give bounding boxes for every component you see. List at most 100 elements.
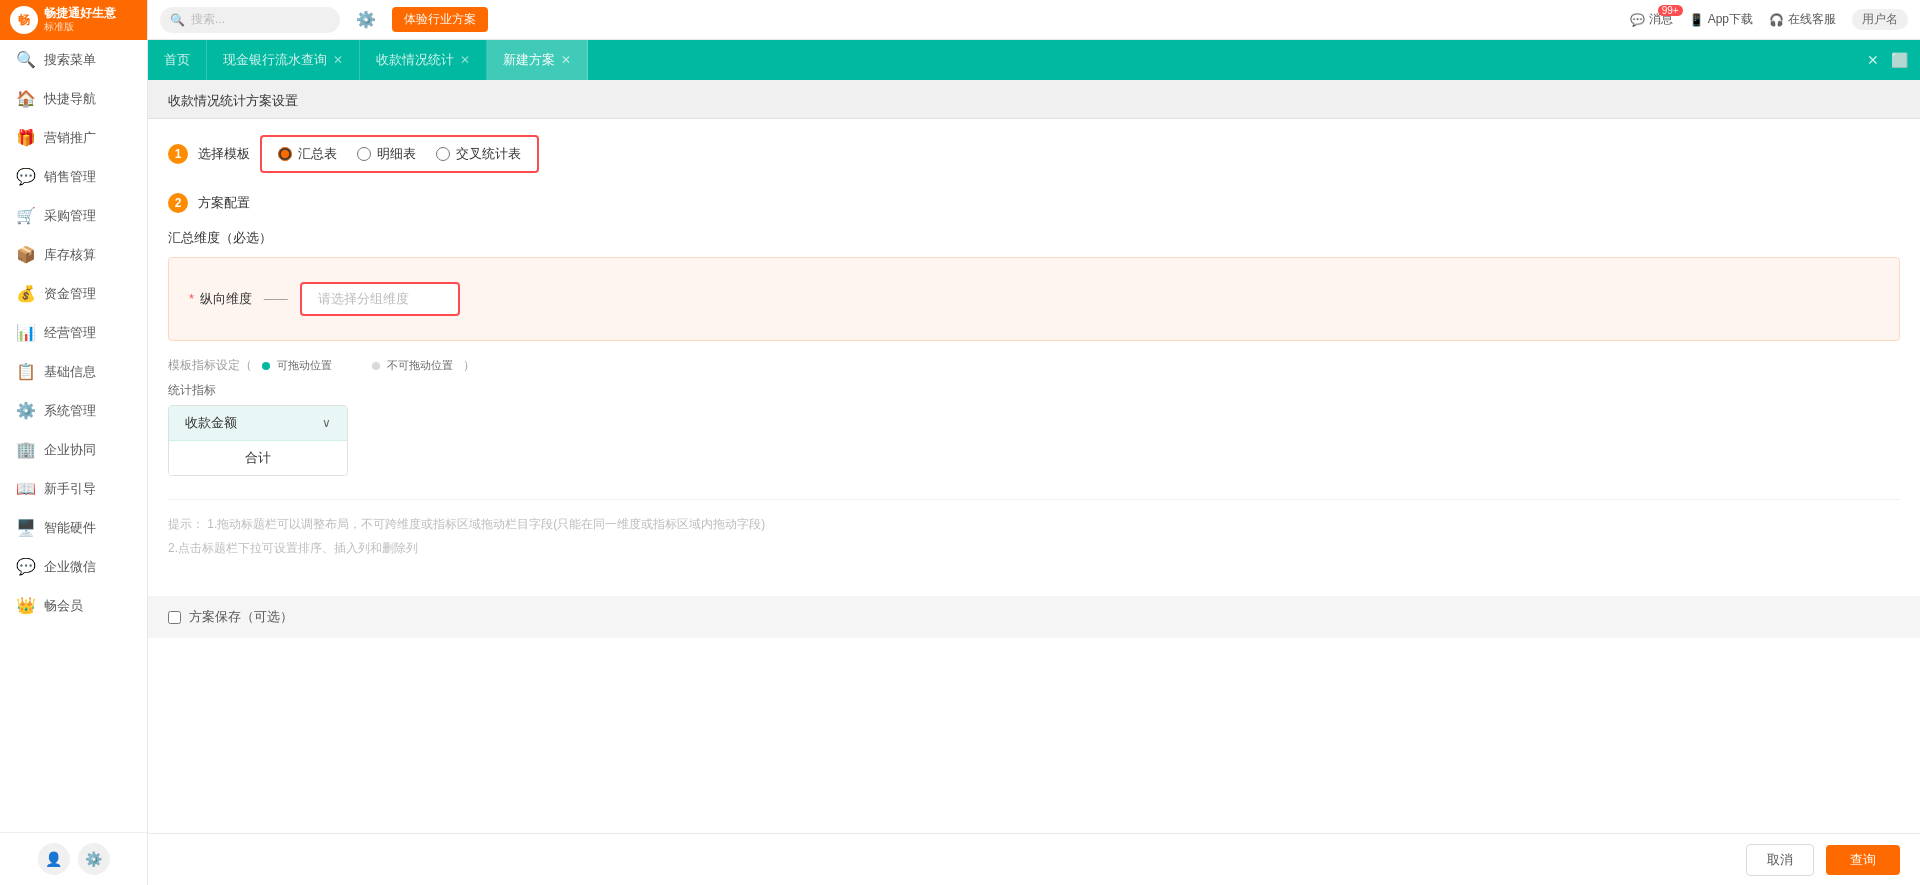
dimension-section-title: 汇总维度（必选） <box>168 229 1900 247</box>
weixin-icon: 💬 <box>16 557 36 576</box>
chart-icon: 📊 <box>16 323 36 342</box>
close-paren: ） <box>463 357 475 374</box>
logo-text: 畅捷通好生意 标准版 <box>44 6 116 34</box>
home-icon: 🏠 <box>16 89 36 108</box>
sidebar-item-system[interactable]: ⚙️ 系统管理 <box>0 391 147 430</box>
content-area: 收款情况统计方案设置 1 选择模板 汇总表 <box>148 80 1920 833</box>
sidebar-item-quick-nav[interactable]: 🏠 快捷导航 <box>0 79 147 118</box>
indicator-section-title: 统计指标 <box>168 382 1900 399</box>
tip-line2: 2.点击标题栏下拉可设置排序、插入列和删除列 <box>168 536 1900 560</box>
step1-title: 选择模板 <box>198 145 250 163</box>
app-download-btn[interactable]: 📱 App下载 <box>1689 11 1753 28</box>
tab-payment-stat[interactable]: 收款情况统计 ✕ <box>360 40 487 80</box>
sidebar-item-enterprise[interactable]: 🏢 企业协同 <box>0 430 147 469</box>
sidebar-item-guide[interactable]: 📖 新手引导 <box>0 469 147 508</box>
box-icon: 📦 <box>16 245 36 264</box>
page-title: 收款情况统计方案设置 <box>168 93 298 108</box>
topbar-right: 💬 消息 99+ 📱 App下载 🎧 在线客服 用户名 <box>1630 9 1908 30</box>
crown-icon: 👑 <box>16 596 36 615</box>
sidebar-item-search-menu[interactable]: 🔍 搜索菜单 <box>0 40 147 79</box>
dimension-arrow: —— <box>264 292 288 306</box>
cancel-button[interactable]: 取消 <box>1746 844 1814 876</box>
required-mark: * <box>189 291 194 306</box>
radio-summary[interactable]: 汇总表 <box>278 145 337 163</box>
separator <box>346 357 358 374</box>
expand-icon[interactable]: ⬜ <box>1891 52 1908 68</box>
dimension-row: * 纵向维度 —— 请选择分组维度 <box>189 282 1879 316</box>
radio-cross[interactable]: 交叉统计表 <box>436 145 521 163</box>
sidebar: 畅 畅捷通好生意 标准版 🔍 搜索菜单 🏠 快捷导航 🎁 营销推广 💬 销售管理… <box>0 0 148 885</box>
tab-close-payment-stat[interactable]: ✕ <box>460 53 470 67</box>
query-button[interactable]: 查询 <box>1826 845 1900 875</box>
step1-number: 1 <box>168 144 188 164</box>
sidebar-item-sales[interactable]: 💬 销售管理 <box>0 157 147 196</box>
window-controls: ✕ ⬜ <box>1855 40 1920 80</box>
indicator-dropdown-icon[interactable]: ∨ <box>322 416 331 430</box>
bottom-bar: 取消 查询 <box>148 833 1920 885</box>
sidebar-item-marketing[interactable]: 🎁 营销推广 <box>0 118 147 157</box>
search-bar[interactable]: 🔍 搜索... <box>160 7 340 33</box>
step2-number: 2 <box>168 193 188 213</box>
settings-icon[interactable]: ⚙️ <box>356 10 376 29</box>
page-header: 收款情况统计方案设置 <box>148 80 1920 119</box>
step2-title: 方案配置 <box>198 194 250 212</box>
close-window-icon[interactable]: ✕ <box>1867 52 1879 68</box>
indicator-settings: 模板指标设定（ 可拖动位置 不可拖动位置 ） <box>168 357 1900 479</box>
sidebar-item-hardware[interactable]: 🖥️ 智能硬件 <box>0 508 147 547</box>
message-icon: 💬 <box>1630 13 1645 27</box>
sidebar-footer-btn-2[interactable]: ⚙️ <box>78 843 110 875</box>
indicator-cell-amount[interactable]: 收款金额 ∨ <box>169 406 347 441</box>
sales-icon: 💬 <box>16 167 36 186</box>
main-area: 🔍 搜索... ⚙️ 体验行业方案 💬 消息 99+ 📱 App下载 🎧 在线客… <box>148 0 1920 885</box>
indicator-cell-total: 合计 <box>169 441 347 475</box>
search-icon: 🔍 <box>170 13 185 27</box>
sidebar-item-member[interactable]: 👑 畅会员 <box>0 586 147 625</box>
download-icon: 📱 <box>1689 13 1704 27</box>
gift-icon: 🎁 <box>16 128 36 147</box>
tab-close-cash-flow[interactable]: ✕ <box>333 53 343 67</box>
sidebar-item-inventory[interactable]: 📦 库存核算 <box>0 235 147 274</box>
tab-close-new-plan[interactable]: ✕ <box>561 53 571 67</box>
industry-btn[interactable]: 体验行业方案 <box>392 7 488 32</box>
radio-detail-input[interactable] <box>357 147 371 161</box>
step2-section: 2 方案配置 汇总维度（必选） * 纵向维度 —— <box>168 193 1900 560</box>
tip-line1: 提示： 1.拖动标题栏可以调整布局，不可跨维度或指标区域拖动栏目字段(只能在同一… <box>168 512 1900 536</box>
message-badge[interactable]: 💬 消息 99+ <box>1630 11 1673 28</box>
headset-icon: 🎧 <box>1769 13 1784 27</box>
sidebar-item-basic-info[interactable]: 📋 基础信息 <box>0 352 147 391</box>
radio-cross-input[interactable] <box>436 147 450 161</box>
clipboard-icon: 📋 <box>16 362 36 381</box>
sidebar-item-purchase[interactable]: 🛒 采购管理 <box>0 196 147 235</box>
radio-detail[interactable]: 明细表 <box>357 145 416 163</box>
save-plan-checkbox[interactable] <box>168 611 181 624</box>
step1-header: 1 选择模板 汇总表 明细表 <box>168 135 1900 173</box>
money-icon: 💰 <box>16 284 36 303</box>
search-menu-icon: 🔍 <box>16 50 36 69</box>
building-icon: 🏢 <box>16 440 36 459</box>
tabbar: 首页 现金银行流水查询 ✕ 收款情况统计 ✕ 新建方案 ✕ ✕ ⬜ <box>148 40 1920 80</box>
dimension-selector[interactable]: 请选择分组维度 <box>300 282 460 316</box>
page-body: 1 选择模板 汇总表 明细表 <box>148 119 1920 596</box>
user-profile[interactable]: 用户名 <box>1852 9 1908 30</box>
sidebar-item-operations[interactable]: 📊 经营管理 <box>0 313 147 352</box>
sidebar-footer-btn-1[interactable]: 👤 <box>38 843 70 875</box>
tab-cash-flow[interactable]: 现金银行流水查询 ✕ <box>207 40 360 80</box>
step2-header: 2 方案配置 <box>168 193 1900 213</box>
sidebar-nav: 🔍 搜索菜单 🏠 快捷导航 🎁 营销推广 💬 销售管理 🛒 采购管理 📦 库存核… <box>0 40 147 832</box>
vertical-dimension-label: * 纵向维度 <box>189 290 252 308</box>
monitor-icon: 🖥️ <box>16 518 36 537</box>
config-section: 汇总维度（必选） * 纵向维度 —— 请选择分组维度 <box>168 229 1900 479</box>
sidebar-item-capital[interactable]: 💰 资金管理 <box>0 274 147 313</box>
draggable-badge: 可拖动位置 <box>262 358 332 373</box>
cart-icon: 🛒 <box>16 206 36 225</box>
sidebar-logo: 畅 畅捷通好生意 标准版 <box>0 0 147 40</box>
online-service-btn[interactable]: 🎧 在线客服 <box>1769 11 1836 28</box>
tab-new-plan[interactable]: 新建方案 ✕ <box>487 40 588 80</box>
non-draggable-dot <box>372 362 380 370</box>
tips-section: 提示： 1.拖动标题栏可以调整布局，不可跨维度或指标区域拖动栏目字段(只能在同一… <box>168 499 1900 560</box>
tab-home[interactable]: 首页 <box>148 40 207 80</box>
book-icon: 📖 <box>16 479 36 498</box>
radio-summary-input[interactable] <box>278 147 292 161</box>
sidebar-item-weixin[interactable]: 💬 企业微信 <box>0 547 147 586</box>
page-footer: 方案保存（可选） <box>148 596 1920 638</box>
